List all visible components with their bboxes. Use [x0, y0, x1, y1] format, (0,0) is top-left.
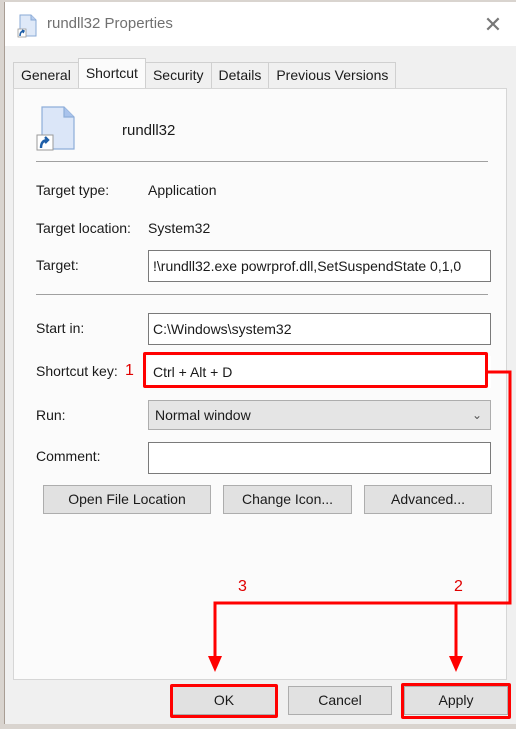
open-file-location-button[interactable]: Open File Location	[43, 485, 211, 514]
divider	[36, 294, 488, 295]
target-input[interactable]: !\rundll32.exe powrprof.dll,SetSuspendSt…	[148, 250, 491, 282]
divider	[36, 161, 488, 162]
annotation-step-3: 3	[238, 578, 247, 595]
run-select-value: Normal window	[155, 407, 251, 423]
file-shortcut-icon	[17, 14, 37, 38]
cancel-button[interactable]: Cancel	[288, 686, 392, 715]
target-type-label: Target type:	[36, 182, 110, 198]
tab-previous-versions[interactable]: Previous Versions	[268, 62, 397, 88]
comment-label: Comment:	[36, 448, 101, 464]
tab-bar: General Shortcut Security Details Previo…	[13, 58, 397, 88]
close-icon: ✕	[483, 12, 503, 37]
target-location-label: Target location:	[36, 220, 131, 236]
annotation-step-2: 2	[454, 578, 463, 595]
tab-shortcut[interactable]: Shortcut	[77, 58, 146, 88]
run-select[interactable]: Normal window ⌄	[148, 400, 491, 430]
comment-input[interactable]	[148, 442, 491, 474]
target-location-value: System32	[148, 220, 211, 236]
annotation-step-1: 1	[125, 362, 134, 379]
properties-dialog: rundll32 Properties ✕ General Shortcut S…	[4, 2, 516, 724]
file-icon	[36, 106, 75, 151]
shortcut-panel: rundll32 Target type: Application Target…	[13, 88, 507, 680]
tab-security[interactable]: Security	[144, 62, 212, 88]
window-title: rundll32 Properties	[47, 15, 173, 32]
target-type-value: Application	[148, 182, 217, 198]
shortcut-key-label: Shortcut key:	[36, 363, 118, 379]
tab-details[interactable]: Details	[210, 62, 270, 88]
run-label: Run:	[36, 407, 66, 423]
advanced-button[interactable]: Advanced...	[364, 485, 492, 514]
apply-button[interactable]: Apply	[404, 686, 508, 715]
ok-button[interactable]: OK	[172, 686, 276, 715]
chevron-down-icon: ⌄	[471, 408, 482, 422]
title-bar: rundll32 Properties ✕	[5, 2, 516, 46]
start-in-label: Start in:	[36, 320, 85, 336]
tab-general[interactable]: General	[13, 62, 79, 88]
target-label: Target:	[36, 257, 79, 273]
change-icon-button[interactable]: Change Icon...	[223, 485, 352, 514]
start-in-input[interactable]: C:\Windows\system32	[148, 313, 491, 345]
shortcut-key-input[interactable]: Ctrl + Alt + D	[148, 356, 491, 388]
close-button[interactable]: ✕	[478, 10, 508, 40]
shortcut-name: rundll32	[122, 122, 176, 139]
